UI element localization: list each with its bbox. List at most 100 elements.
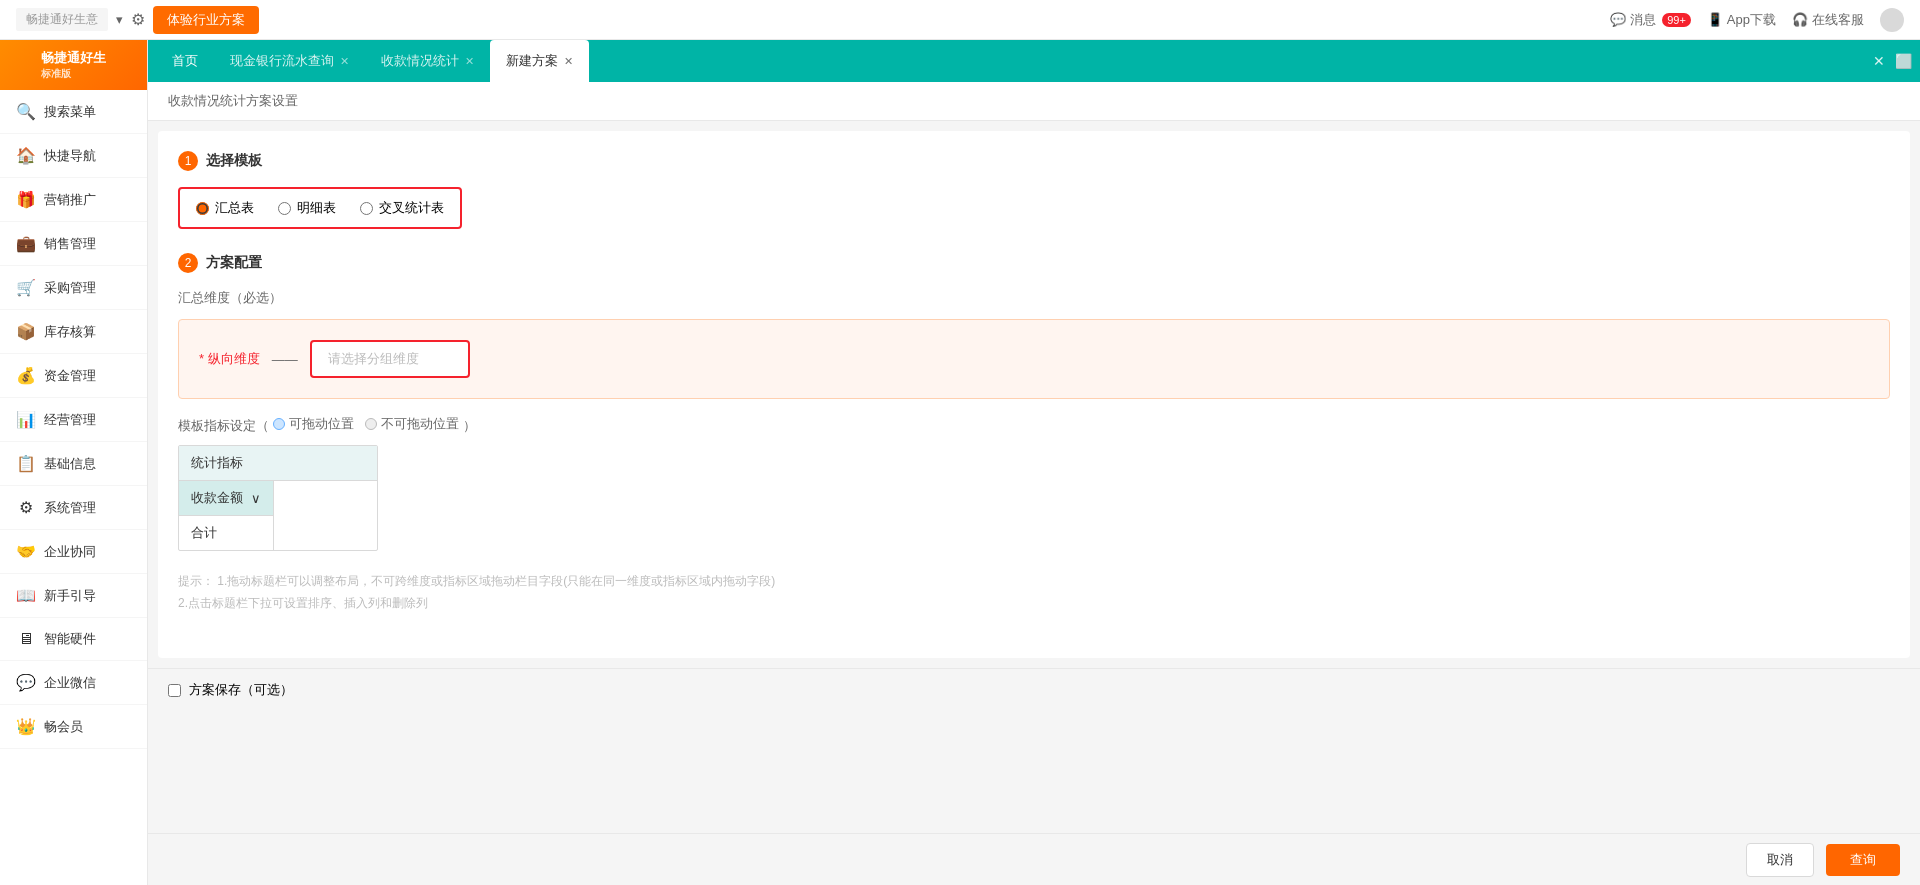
service-icon: 🎧 [1792,12,1808,27]
save-label: 方案保存（可选） [189,681,293,699]
wechat-icon: 💬 [16,673,36,692]
management-icon: 📊 [16,410,36,429]
col1-dropdown-icon[interactable]: ∨ [251,491,261,506]
hardware-icon: 🖥 [16,630,36,648]
query-button[interactable]: 查询 [1826,844,1900,876]
dim-arrow: —— [272,352,298,367]
sidebar-item-hardware[interactable]: 🖥 智能硬件 [0,618,147,661]
download-button[interactable]: 📱 App下载 [1707,11,1776,29]
gear-icon[interactable]: ⚙ [131,10,145,29]
sidebar-item-guide[interactable]: 📖 新手引导 [0,574,147,618]
col2-label: 合计 [191,525,217,540]
hint-2: 2.点击标题栏下拉可设置排序、插入列和删除列 [178,593,1890,615]
tab-receipt-label: 收款情况统计 [381,52,459,70]
content-area: 首页 现金银行流水查询 ✕ 收款情况统计 ✕ 新建方案 ✕ ✕ ⬜ [148,40,1920,885]
top-bar-right: 💬 消息 99+ 📱 App下载 🎧 在线客服 [1610,8,1904,32]
sidebar-item-management[interactable]: 📊 经营管理 [0,398,147,442]
indicator-settings: 模板指标设定（ 可拖动位置 不可拖动位置 ） [178,415,1890,551]
search-icon: 🔍 [16,102,36,121]
page-header-text: 收款情况统计方案设置 [168,93,298,108]
step1-section: 1 选择模板 汇总表 明细表 [178,151,1890,229]
sidebar-label-system: 系统管理 [44,499,96,517]
step2-title: 方案配置 [206,254,262,272]
radio-cross[interactable]: 交叉统计表 [360,199,444,217]
top-bar: 畅捷通好生意 ▾ ⚙ 体验行业方案 💬 消息 99+ 📱 App下载 🎧 在线客… [0,0,1920,40]
non-draggable-dot [365,418,377,430]
tab-home[interactable]: 首页 [156,40,214,82]
radio-cross-input[interactable] [360,202,373,215]
radio-summary-label: 汇总表 [215,199,254,217]
col1-header[interactable]: 收款金额 ∨ [179,481,273,516]
radio-summary-input[interactable] [196,202,209,215]
tab-new-plan[interactable]: 新建方案 ✕ [490,40,589,82]
sidebar-item-nav[interactable]: 🏠 快捷导航 [0,134,147,178]
indicator-header: 模板指标设定（ 可拖动位置 不可拖动位置 ） [178,415,1890,435]
sidebar-label-base: 基础信息 [44,455,96,473]
trial-button[interactable]: 体验行业方案 [153,6,259,34]
sidebar-item-marketing[interactable]: 🎁 营销推广 [0,178,147,222]
tab-cashflow[interactable]: 现金银行流水查询 ✕ [214,40,365,82]
avatar[interactable] [1880,8,1904,32]
dropdown-icon[interactable]: ▾ [116,12,123,27]
tab-receipt[interactable]: 收款情况统计 ✕ [365,40,490,82]
sidebar-label-sales: 销售管理 [44,235,96,253]
sidebar-item-finance[interactable]: 💰 资金管理 [0,354,147,398]
tab-cashflow-close[interactable]: ✕ [340,55,349,68]
step1-number: 1 [178,151,198,171]
base-icon: 📋 [16,454,36,473]
save-checkbox[interactable] [168,684,181,697]
sidebar-item-sales[interactable]: 💼 销售管理 [0,222,147,266]
message-badge: 99+ [1662,13,1691,27]
hint-text: 提示： 1.拖动标题栏可以调整布局，不可跨维度或指标区域拖动栏目字段(只能在同一… [178,571,1890,614]
sidebar-item-collab[interactable]: 🤝 企业协同 [0,530,147,574]
sidebar-item-system[interactable]: ⚙ 系统管理 [0,486,147,530]
tab-cashflow-label: 现金银行流水查询 [230,52,334,70]
purchase-icon: 🛒 [16,278,36,297]
step2-number: 2 [178,253,198,273]
brand-sub: 标准版 [41,67,106,81]
col1-label: 收款金额 [191,489,243,507]
window-controls: ✕ ⬜ [1873,53,1912,69]
vertical-dim-label: * 纵向维度 [199,350,260,368]
main-layout: 畅捷通好生 标准版 🔍 搜索菜单 🏠 快捷导航 🎁 营销推广 💼 销售管理 🛒 … [0,40,1920,885]
cancel-button[interactable]: 取消 [1746,843,1814,877]
close-window-icon[interactable]: ✕ [1873,53,1885,69]
indicator-label: 模板指标设定（ 可拖动位置 不可拖动位置 ） [178,415,476,435]
brand-name: 畅捷通好生 [41,49,106,67]
tab-new-plan-label: 新建方案 [506,52,558,70]
guide-icon: 📖 [16,586,36,605]
sidebar-item-purchase[interactable]: 🛒 采购管理 [0,266,147,310]
indicator-columns: 收款金额 ∨ 合计 [179,481,377,550]
radio-detail[interactable]: 明细表 [278,199,336,217]
maximize-icon[interactable]: ⬜ [1895,53,1912,69]
service-button[interactable]: 🎧 在线客服 [1792,11,1864,29]
tab-bar: 首页 现金银行流水查询 ✕ 收款情况统计 ✕ 新建方案 ✕ ✕ ⬜ [148,40,1920,82]
sidebar-label-guide: 新手引导 [44,587,96,605]
step2-header: 2 方案配置 [178,253,1890,273]
sidebar-item-base[interactable]: 📋 基础信息 [0,442,147,486]
collab-icon: 🤝 [16,542,36,561]
sidebar-item-wechat[interactable]: 💬 企业微信 [0,661,147,705]
sidebar-label-member: 畅会员 [44,718,83,736]
tab-home-label: 首页 [172,52,198,70]
sidebar-label-finance: 资金管理 [44,367,96,385]
radio-summary[interactable]: 汇总表 [196,199,254,217]
step1-header: 1 选择模板 [178,151,1890,171]
inventory-icon: 📦 [16,322,36,341]
sidebar-item-member[interactable]: 👑 畅会员 [0,705,147,749]
message-label: 消息 [1630,11,1656,29]
sidebar-item-search[interactable]: 🔍 搜索菜单 [0,90,147,134]
dimension-section-label: 汇总维度（必选） [178,289,1890,307]
sidebar-label-inventory: 库存核算 [44,323,96,341]
radio-detail-input[interactable] [278,202,291,215]
radio-cross-label: 交叉统计表 [379,199,444,217]
template-select-box: 汇总表 明细表 交叉统计表 [178,187,462,229]
message-button[interactable]: 💬 消息 99+ [1610,11,1691,29]
tab-receipt-close[interactable]: ✕ [465,55,474,68]
indicator-table-header: 统计指标 [179,446,377,481]
top-bar-left: 畅捷通好生意 ▾ ⚙ 体验行业方案 [16,6,259,34]
sidebar-item-inventory[interactable]: 📦 库存核算 [0,310,147,354]
dimension-select[interactable]: 请选择分组维度 [310,340,470,378]
sidebar-label-search: 搜索菜单 [44,103,96,121]
tab-new-plan-close[interactable]: ✕ [564,55,573,68]
